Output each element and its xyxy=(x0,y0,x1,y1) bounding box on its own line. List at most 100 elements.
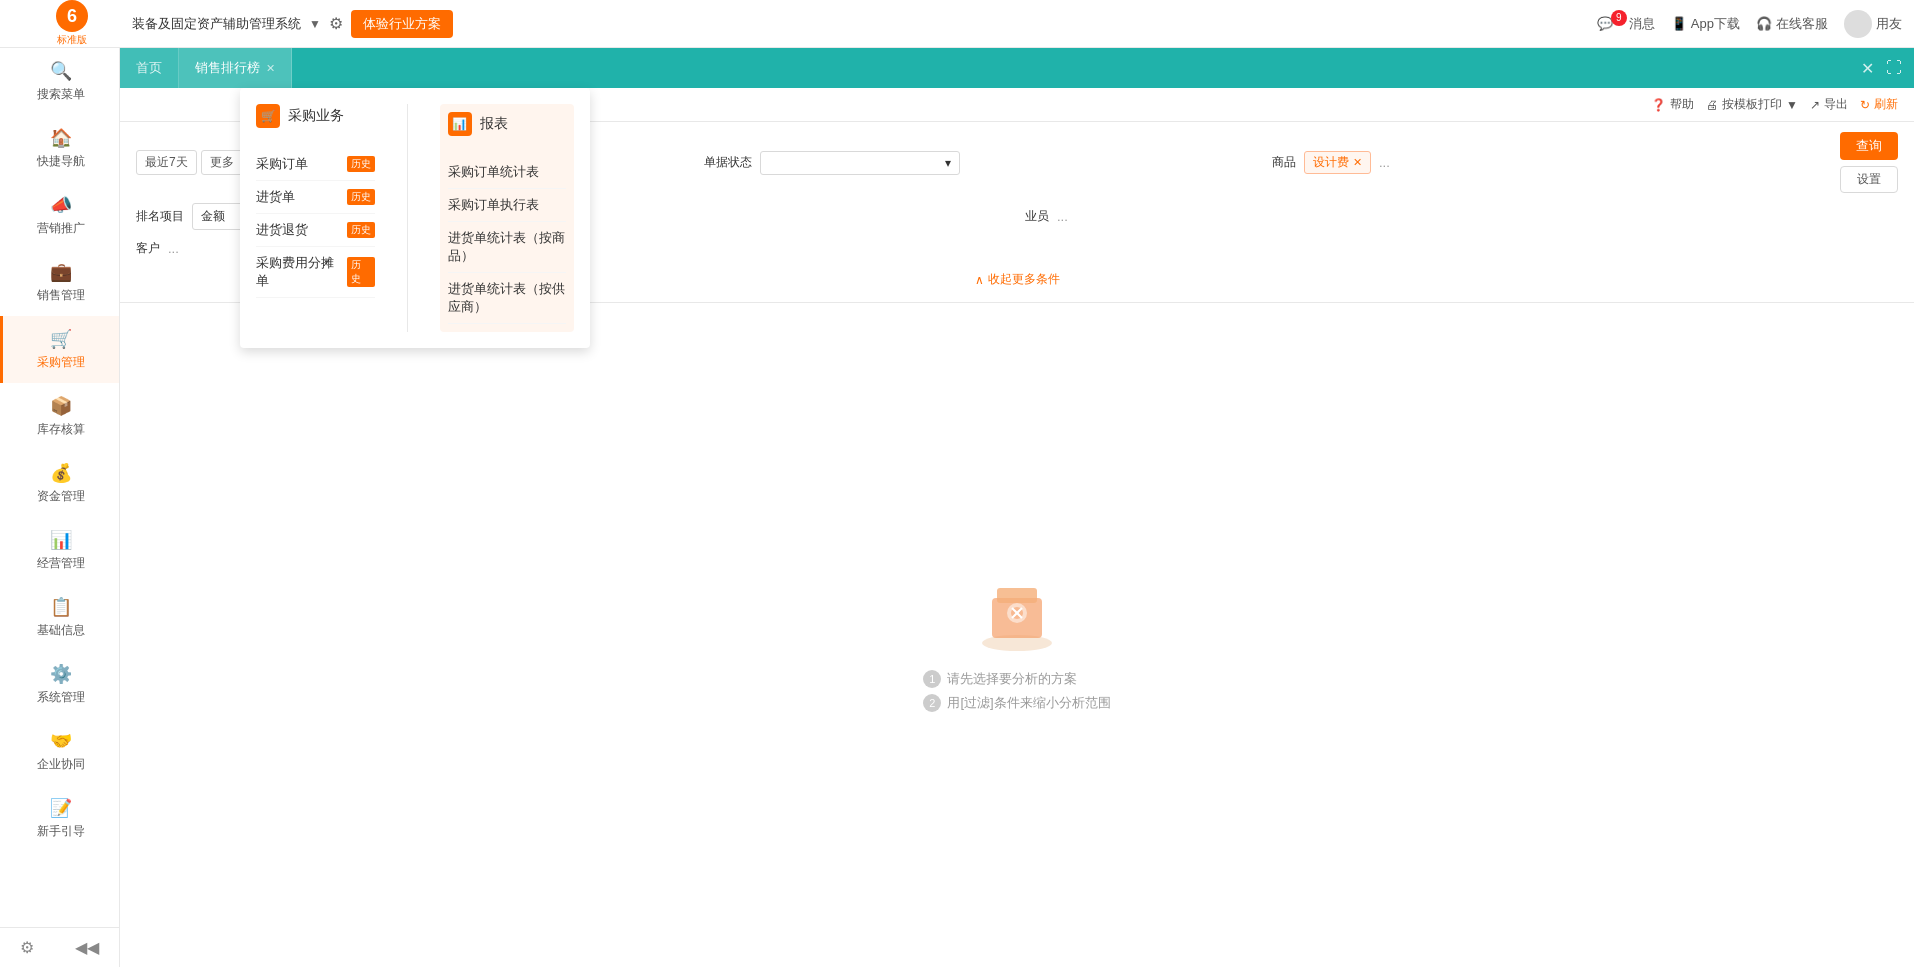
tab-bar-right: ✕ ⛶ xyxy=(1857,55,1914,82)
menu-item-receipt-by-goods[interactable]: 进货单统计表（按商品） xyxy=(448,222,567,273)
sidebar-settings-button[interactable]: ⚙ xyxy=(20,938,34,957)
inventory-icon: 📦 xyxy=(50,395,72,417)
report-section-title: 报表 xyxy=(480,115,508,133)
purchase-order-history-badge: 历史 xyxy=(347,156,375,172)
header-center: 装备及固定资产辅助管理系统 ▼ ⚙ 体验行业方案 xyxy=(132,10,1597,38)
order-status-label: 单据状态 xyxy=(704,154,752,171)
system-gear-button[interactable]: ⚙ xyxy=(329,14,343,33)
purchase-section-title: 采购业务 xyxy=(288,107,344,125)
empty-state: 1 请先选择要分析的方案 2 用[过滤]条件来缩小分析范围 xyxy=(120,303,1914,967)
rank-item-value: 金额 xyxy=(201,208,225,225)
sidebar-item-inventory[interactable]: 📦 库存核算 xyxy=(0,383,119,450)
sidebar-item-marketing[interactable]: 📣 营销推广 xyxy=(0,182,119,249)
sidebar-item-purchase[interactable]: 🛒 采购管理 xyxy=(0,316,119,383)
guide-icon: 📝 xyxy=(50,797,72,819)
salesperson-group: 业员 ... xyxy=(1025,208,1898,225)
tab-sales-rank[interactable]: 销售排行榜 ✕ xyxy=(179,48,292,88)
svg-rect-2 xyxy=(997,588,1037,603)
tab-home-label: 首页 xyxy=(136,59,162,77)
sidebar-label-system: 系统管理 xyxy=(37,689,85,706)
date-more-button[interactable]: 更多 xyxy=(201,150,243,175)
help-button[interactable]: ❓ 帮助 xyxy=(1651,96,1694,113)
sidebar-item-search[interactable]: 🔍 搜索菜单 xyxy=(0,48,119,115)
empty-tips: 1 请先选择要分析的方案 2 用[过滤]条件来缩小分析范围 xyxy=(923,670,1110,712)
refresh-icon: ↻ xyxy=(1860,98,1870,112)
operation-icon: 📊 xyxy=(50,529,72,551)
menu-item-goods-return[interactable]: 进货退货 历史 xyxy=(256,214,375,247)
menu-item-goods-return-label: 进货退货 xyxy=(256,221,308,239)
system-dropdown-button[interactable]: ▼ xyxy=(309,17,321,31)
sidebar: 🔍 搜索菜单 🏠 快捷导航 📣 营销推广 💼 销售管理 🛒 采购管理 📦 库存核… xyxy=(0,48,120,967)
query-button[interactable]: 查询 xyxy=(1840,132,1898,160)
goods-tag-text: 设计费 xyxy=(1313,154,1349,171)
salesperson-ellipsis[interactable]: ... xyxy=(1057,209,1068,224)
sidebar-label-sales: 销售管理 xyxy=(37,287,85,304)
empty-tip-1: 1 请先选择要分析的方案 xyxy=(923,670,1110,688)
order-status-input[interactable]: ▾ xyxy=(760,151,960,175)
system-title: 装备及固定资产辅助管理系统 xyxy=(132,15,301,33)
menu-item-goods-receipt[interactable]: 进货单 历史 xyxy=(256,181,375,214)
enterprise-icon: 🤝 xyxy=(50,730,72,752)
menu-item-goods-receipt-label: 进货单 xyxy=(256,188,295,206)
menu-column-report: 📊 报表 采购订单统计表 采购订单执行表 进货单统计表（按商品） 进货单统计表（… xyxy=(440,104,575,332)
message-label: 消息 xyxy=(1629,15,1655,33)
goods-return-history-badge: 历史 xyxy=(347,222,375,238)
tab-close-icon[interactable]: ✕ xyxy=(266,62,275,75)
customer-label: 客户 xyxy=(136,240,160,257)
print-template-button[interactable]: 🖨 按模板打印 ▼ xyxy=(1706,96,1798,113)
sidebar-label-basic: 基础信息 xyxy=(37,622,85,639)
header-right: 💬 9 消息 📱 App下载 🎧 在线客服 用友 xyxy=(1597,10,1902,38)
sidebar-item-operation[interactable]: 📊 经营管理 xyxy=(0,517,119,584)
menu-item-purchase-order-label: 采购订单 xyxy=(256,155,308,173)
tab-fullscreen-button[interactable]: ⛶ xyxy=(1882,55,1906,81)
print-dropdown-icon: ▼ xyxy=(1786,98,1798,112)
settings-button[interactable]: 设置 xyxy=(1840,166,1898,193)
purchase-dropdown-menu: 🛒 采购业务 采购订单 历史 进货单 历史 进货退货 历史 xyxy=(240,88,590,348)
industry-button[interactable]: 体验行业方案 xyxy=(351,10,453,38)
menu-item-receipt-by-supplier[interactable]: 进货单统计表（按供应商） xyxy=(448,273,567,324)
menu-item-receipt-by-goods-label: 进货单统计表（按商品） xyxy=(448,229,567,265)
top-header: 6 标准版 装备及固定资产辅助管理系统 ▼ ⚙ 体验行业方案 💬 9 消息 📱 … xyxy=(0,0,1914,48)
sidebar-item-quick[interactable]: 🏠 快捷导航 xyxy=(0,115,119,182)
sidebar-item-basic[interactable]: 📋 基础信息 xyxy=(0,584,119,651)
sidebar-item-enterprise[interactable]: 🤝 企业协同 xyxy=(0,718,119,785)
menu-item-receipt-by-supplier-label: 进货单统计表（按供应商） xyxy=(448,280,567,316)
menu-item-po-stats-label: 采购订单统计表 xyxy=(448,163,539,181)
empty-tip-1-text: 请先选择要分析的方案 xyxy=(947,670,1077,688)
refresh-button[interactable]: ↻ 刷新 xyxy=(1860,96,1898,113)
empty-illustration xyxy=(967,558,1067,658)
goods-ellipsis[interactable]: ... xyxy=(1379,155,1390,170)
export-icon: ↗ xyxy=(1810,98,1820,112)
sidebar-item-finance[interactable]: 💰 资金管理 xyxy=(0,450,119,517)
user-menu-button[interactable]: 用友 xyxy=(1844,10,1902,38)
collapse-up-icon: ∧ xyxy=(975,273,984,287)
menu-item-expense-split[interactable]: 采购费用分摊单 历史 xyxy=(256,247,375,298)
order-status-group: 单据状态 ▾ xyxy=(704,151,1256,175)
home-icon: 🏠 xyxy=(50,127,72,149)
sidebar-item-sales[interactable]: 💼 销售管理 xyxy=(0,249,119,316)
online-service-button[interactable]: 🎧 在线客服 xyxy=(1756,15,1828,33)
goods-tag-remove-button[interactable]: ✕ xyxy=(1353,156,1362,169)
date-recent7-button[interactable]: 最近7天 xyxy=(136,150,197,175)
export-button[interactable]: ↗ 导出 xyxy=(1810,96,1848,113)
menu-columns: 🛒 采购业务 采购订单 历史 进货单 历史 进货退货 历史 xyxy=(256,104,574,332)
tab-sales-rank-label: 销售排行榜 xyxy=(195,59,260,77)
tab-home[interactable]: 首页 xyxy=(120,48,179,88)
logo-area: 6 标准版 xyxy=(12,0,132,47)
tab-close-window-button[interactable]: ✕ xyxy=(1857,55,1878,82)
menu-item-po-exec[interactable]: 采购订单执行表 xyxy=(448,189,567,222)
sidebar-item-system[interactable]: ⚙️ 系统管理 xyxy=(0,651,119,718)
sidebar-label-purchase: 采购管理 xyxy=(37,354,85,371)
sidebar-collapse-button[interactable]: ◀◀ xyxy=(75,938,99,957)
menu-item-purchase-order[interactable]: 采购订单 历史 xyxy=(256,148,375,181)
sidebar-item-guide[interactable]: 📝 新手引导 xyxy=(0,785,119,852)
menu-divider xyxy=(407,104,408,332)
sidebar-label-operation: 经营管理 xyxy=(37,555,85,572)
app-download-button[interactable]: 📱 App下载 xyxy=(1671,15,1740,33)
print-icon: 🖨 xyxy=(1706,98,1718,112)
purchase-section-icon: 🛒 xyxy=(256,104,280,128)
system-icon: ⚙️ xyxy=(50,663,72,685)
customer-ellipsis[interactable]: ... xyxy=(168,241,179,256)
menu-item-po-stats[interactable]: 采购订单统计表 xyxy=(448,156,567,189)
message-button[interactable]: 💬 9 消息 xyxy=(1597,15,1655,33)
